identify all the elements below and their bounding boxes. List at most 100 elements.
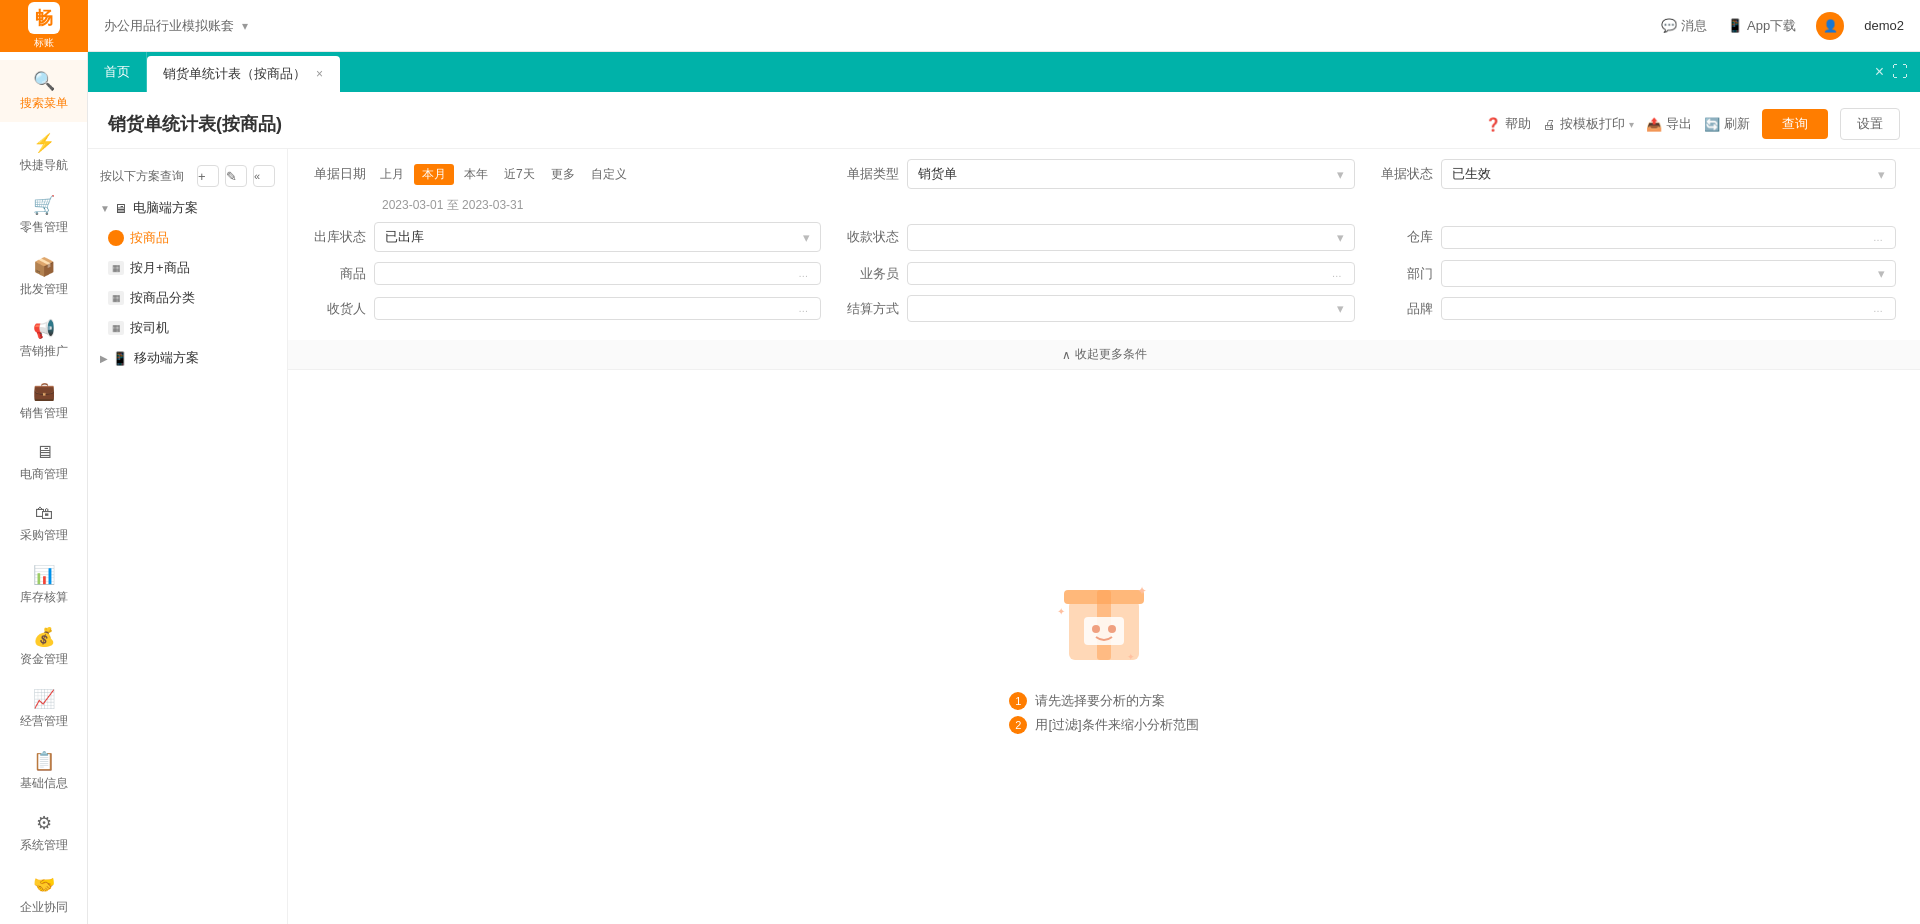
app-download-button[interactable]: 📱 App下载 xyxy=(1727,17,1796,35)
query-button[interactable]: 查询 xyxy=(1762,109,1828,139)
tab-sales-stats-label: 销货单统计表（按商品） xyxy=(163,65,306,83)
filter-cell-docstatus: 单据状态 已生效 ▾ xyxy=(1371,159,1904,189)
filter-cell-receiver: 收货人 … xyxy=(304,295,837,322)
print-dropdown-icon[interactable]: ▾ xyxy=(1629,119,1634,130)
user-name: demo2 xyxy=(1864,18,1904,33)
collapse-bar[interactable]: ∧ 收起更多条件 xyxy=(288,340,1920,370)
user-avatar[interactable]: 👤 xyxy=(1816,12,1844,40)
warehouse-label: 仓库 xyxy=(1371,228,1441,246)
sidebar-item-enterprise[interactable]: 🤝 企业协同 xyxy=(0,864,87,924)
sidebar-finance-label: 资金管理 xyxy=(20,651,68,668)
sidebar-system-label: 系统管理 xyxy=(20,837,68,854)
print-button[interactable]: 🖨 按模板打印 ▾ xyxy=(1543,115,1634,133)
tab-fullscreen-button[interactable]: ⛶ xyxy=(1892,63,1908,81)
docstatus-arrow-icon: ▾ xyxy=(1878,167,1885,182)
doctype-select[interactable]: 销货单 ▾ xyxy=(907,159,1354,189)
ecommerce-icon: 🖥 xyxy=(35,442,53,463)
empty-state: ✦ ✦ ✦ 1 请先选择要分析的方案 2 用[过滤]条件来缩小分析范围 xyxy=(288,370,1920,924)
sidebar-search-label: 搜索菜单 xyxy=(20,95,68,112)
sidebar-marketing-label: 营销推广 xyxy=(20,343,68,360)
tree-item-by-month-goods[interactable]: ▦ 按月+商品 xyxy=(100,253,287,283)
staff-input[interactable]: … xyxy=(907,262,1354,285)
app-title: 办公用品行业模拟账套 xyxy=(104,17,234,35)
left-panel-add-button[interactable]: + xyxy=(197,165,219,187)
left-panel-edit-button[interactable]: ✎ xyxy=(225,165,247,187)
brand-input[interactable]: … xyxy=(1441,297,1896,320)
left-panel-collapse-button[interactable]: « xyxy=(253,165,275,187)
tab-home[interactable]: 首页 xyxy=(88,52,147,92)
page-actions: ❓ 帮助 🖨 按模板打印 ▾ 📤 导出 🔄 刷新 查询 设置 xyxy=(1485,108,1900,140)
docstatus-select[interactable]: 已生效 ▾ xyxy=(1441,159,1896,189)
sidebar-item-wholesale[interactable]: 📦 批发管理 xyxy=(0,246,87,308)
system-icon: ⚙ xyxy=(36,812,52,834)
retail-icon: 🛒 xyxy=(33,194,55,216)
svg-point-5 xyxy=(1108,625,1116,633)
payment-arrow-icon: ▾ xyxy=(1337,230,1344,245)
date-btn-7days[interactable]: 近7天 xyxy=(498,164,541,185)
sidebar-item-quicknav[interactable]: ⚡ 快捷导航 xyxy=(0,122,87,184)
message-button[interactable]: 💬 消息 xyxy=(1661,17,1707,35)
tree-group-mobile-label[interactable]: ▶ 📱 移动端方案 xyxy=(88,343,287,373)
sidebar-item-sales[interactable]: 💼 销售管理 xyxy=(0,370,87,432)
export-label: 导出 xyxy=(1666,115,1692,133)
sidebar: 畅 标账 🔍 搜索菜单 ⚡ 快捷导航 🛒 零售管理 📦 批发管理 📢 营销推广 … xyxy=(0,0,88,924)
warehouse-input[interactable]: … xyxy=(1441,226,1896,249)
goods-input[interactable]: … xyxy=(374,262,821,285)
sidebar-item-ecommerce[interactable]: 🖥 电商管理 xyxy=(0,432,87,493)
tree-item-by-category[interactable]: ▦ 按商品分类 xyxy=(100,283,287,313)
outstatus-arrow-icon: ▾ xyxy=(803,230,810,245)
sidebar-item-inventory[interactable]: 📊 库存核算 xyxy=(0,554,87,616)
filter-row-1: 单据日期 上月 本月 本年 近7天 更多 自定义 xyxy=(304,159,1904,189)
doctype-value: 销货单 xyxy=(918,165,957,183)
sidebar-item-system[interactable]: ⚙ 系统管理 xyxy=(0,802,87,864)
settings-button[interactable]: 设置 xyxy=(1840,108,1900,140)
tree-group-pc-label[interactable]: ▼ 🖥 电脑端方案 xyxy=(88,193,287,223)
sidebar-item-finance[interactable]: 💰 资金管理 xyxy=(0,616,87,678)
date-btn-this-month[interactable]: 本月 xyxy=(414,164,454,185)
receiver-input[interactable]: … xyxy=(374,297,821,320)
filter-cell-staff: 业务员 … xyxy=(837,260,1370,287)
page-content: 销货单统计表(按商品) ❓ 帮助 🖨 按模板打印 ▾ 📤 导出 🔄 刷新 xyxy=(88,92,1920,924)
outstatus-value: 已出库 xyxy=(385,228,424,246)
date-btn-last-month[interactable]: 上月 xyxy=(374,164,410,185)
filter-row-3: 商品 … 业务员 … xyxy=(304,260,1904,287)
payment-select[interactable]: ▾ xyxy=(907,224,1354,251)
outstatus-select[interactable]: 已出库 ▾ xyxy=(374,222,821,252)
settlement-select[interactable]: ▾ xyxy=(907,295,1354,322)
tree-item-by-goods[interactable]: 按商品 xyxy=(100,223,287,253)
inactive-indicator-3: ▦ xyxy=(108,321,124,335)
filter-section: 单据日期 上月 本月 本年 近7天 更多 自定义 xyxy=(288,149,1920,340)
right-panel: 单据日期 上月 本月 本年 近7天 更多 自定义 xyxy=(288,149,1920,924)
message-icon: 💬 xyxy=(1661,18,1677,33)
app-title-dropdown[interactable]: ▾ xyxy=(242,19,248,33)
empty-hint-2-text: 用[过滤]条件来缩小分析范围 xyxy=(1035,716,1198,734)
sidebar-item-basic[interactable]: 📋 基础信息 xyxy=(0,740,87,802)
print-label: 按模板打印 xyxy=(1560,115,1625,133)
sidebar-inventory-label: 库存核算 xyxy=(20,589,68,606)
empty-hint-1: 1 请先选择要分析的方案 xyxy=(1009,692,1165,710)
tab-sales-stats[interactable]: 销货单统计表（按商品） × xyxy=(147,56,340,92)
tree-group-pc-text: 电脑端方案 xyxy=(133,199,198,217)
help-button[interactable]: ❓ 帮助 xyxy=(1485,115,1531,133)
sidebar-item-operations[interactable]: 📈 经营管理 xyxy=(0,678,87,740)
logo[interactable]: 畅 标账 xyxy=(0,0,88,52)
goods-dots-icon: … xyxy=(798,268,810,279)
tab-close-all-button[interactable]: × xyxy=(1875,63,1884,81)
dept-select[interactable]: ▾ xyxy=(1441,260,1896,287)
tab-close-button[interactable]: × xyxy=(316,67,323,81)
sidebar-item-purchase[interactable]: 🛍 采购管理 xyxy=(0,493,87,554)
export-button[interactable]: 📤 导出 xyxy=(1646,115,1692,133)
tree-item-by-driver-label: 按司机 xyxy=(130,319,169,337)
sidebar-item-retail[interactable]: 🛒 零售管理 xyxy=(0,184,87,246)
date-btn-custom[interactable]: 自定义 xyxy=(585,164,633,185)
main-area: 办公用品行业模拟账套 ▾ 💬 消息 📱 App下载 👤 demo2 首页 销货单… xyxy=(88,0,1920,924)
refresh-button[interactable]: 🔄 刷新 xyxy=(1704,115,1750,133)
date-btn-more[interactable]: 更多 xyxy=(545,164,581,185)
tree-item-by-driver[interactable]: ▦ 按司机 xyxy=(100,313,287,343)
sidebar-wholesale-label: 批发管理 xyxy=(20,281,68,298)
date-range-text: 2023-03-01 至 2023-03-31 xyxy=(382,197,523,214)
sidebar-item-marketing[interactable]: 📢 营销推广 xyxy=(0,308,87,370)
svg-point-4 xyxy=(1092,625,1100,633)
sidebar-item-search[interactable]: 🔍 搜索菜单 xyxy=(0,60,87,122)
date-btn-this-year[interactable]: 本年 xyxy=(458,164,494,185)
